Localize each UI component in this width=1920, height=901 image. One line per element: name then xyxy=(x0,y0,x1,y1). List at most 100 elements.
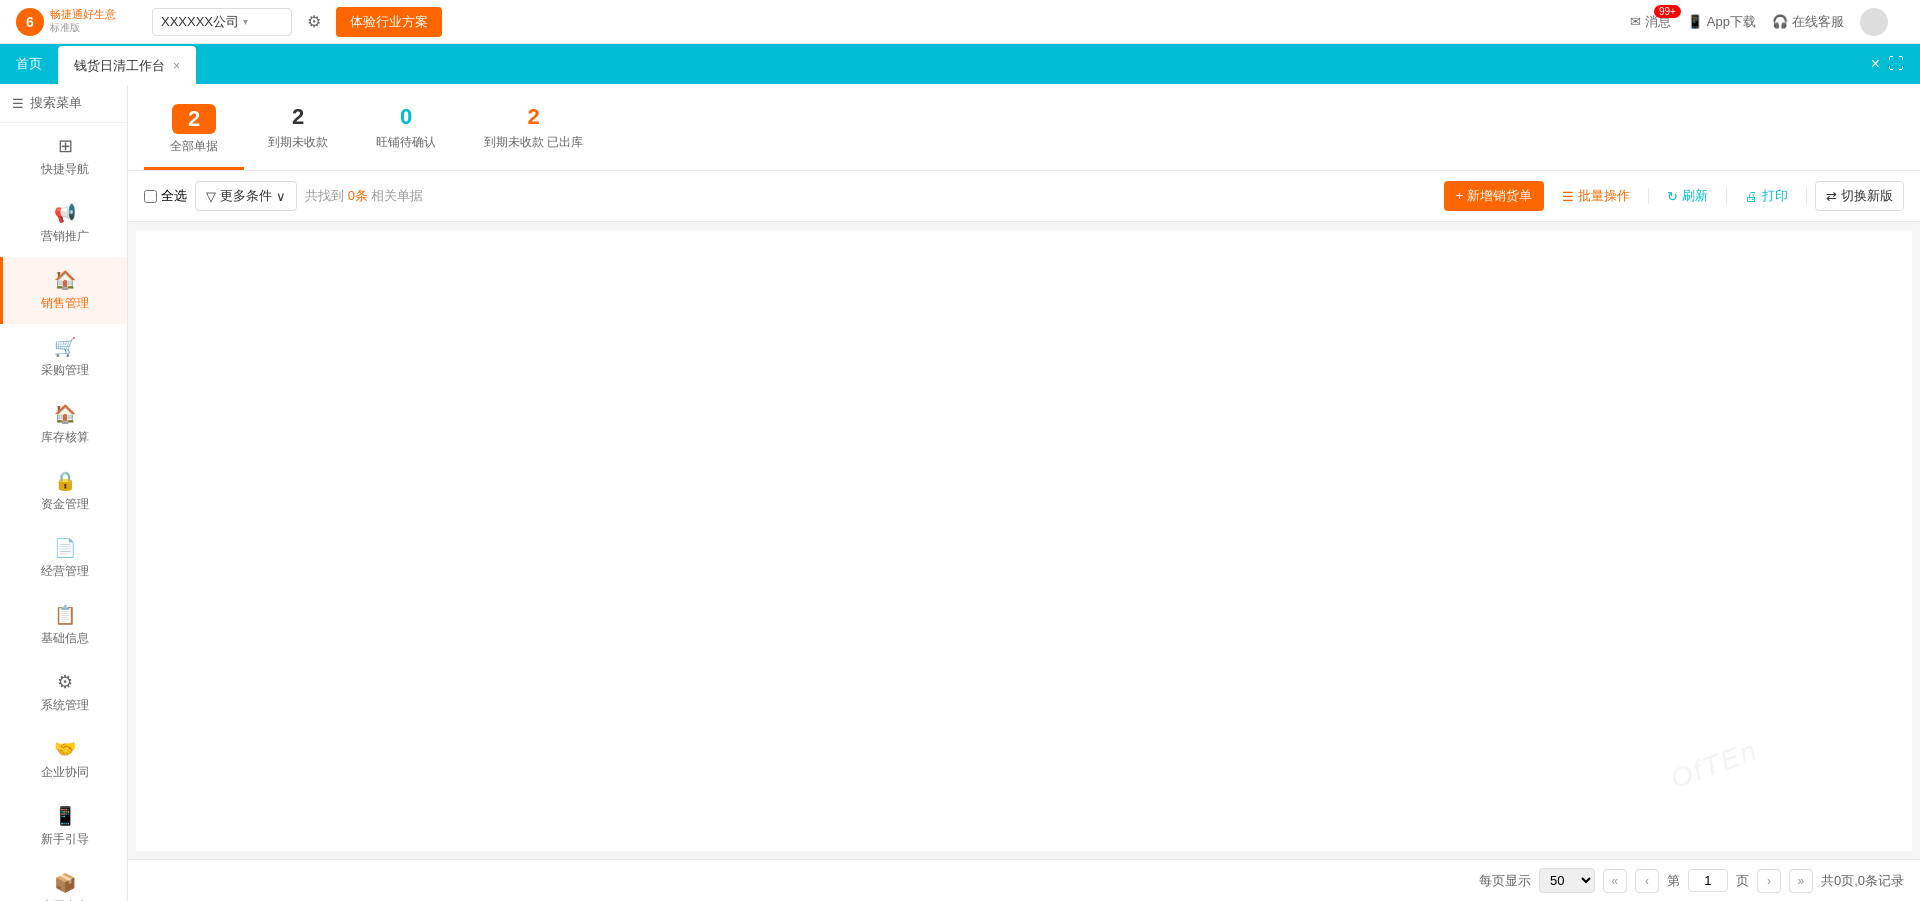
new-sale-button[interactable]: + 新增销货单 xyxy=(1444,181,1544,211)
filter-icon: ▽ xyxy=(206,189,216,204)
basic-info-icon: 📋 xyxy=(54,604,76,626)
toolbar-divider-2 xyxy=(1726,188,1727,204)
operations-icon: 📄 xyxy=(54,537,76,559)
app-label: App下载 xyxy=(1707,13,1756,31)
toolbar-divider-3 xyxy=(1806,188,1807,204)
message-button[interactable]: ✉ 消息 99+ xyxy=(1630,13,1671,31)
online-label: 在线客服 xyxy=(1792,13,1844,31)
stat-num-overdue: 2 xyxy=(292,104,304,130)
batch-button[interactable]: ☰ 批量操作 xyxy=(1552,182,1640,210)
switch-version-button[interactable]: ⇄ 切换新版 xyxy=(1815,181,1904,211)
tab-close-icon[interactable]: × xyxy=(173,59,180,73)
switch-label: 切换新版 xyxy=(1841,187,1893,205)
avatar[interactable] xyxy=(1860,8,1888,36)
page-size-label: 每页显示 xyxy=(1479,872,1531,890)
stat-tab-pending[interactable]: 0 旺铺待确认 xyxy=(352,96,460,170)
print-icon: 🖨 xyxy=(1745,189,1758,204)
search-icon: ☰ xyxy=(12,96,24,111)
stat-tab-all[interactable]: 2 全部单据 xyxy=(144,96,244,170)
trial-button[interactable]: 体验行业方案 xyxy=(336,7,442,37)
select-all-checkbox[interactable]: 全选 xyxy=(144,187,187,205)
sidebar-item-enterprise[interactable]: 🤝 企业协同 xyxy=(0,726,127,793)
refresh-button[interactable]: ↻ 刷新 xyxy=(1657,182,1718,210)
stat-label-all: 全部单据 xyxy=(170,138,218,155)
refresh-label: 刷新 xyxy=(1682,187,1708,205)
search-label: 搜索菜单 xyxy=(30,94,82,112)
page-input[interactable] xyxy=(1688,869,1728,892)
next-page-icon: › xyxy=(1767,874,1771,888)
newbie-icon: 📱 xyxy=(54,805,76,827)
stat-tab-overdue-shipped[interactable]: 2 到期未收款 已出库 xyxy=(460,96,607,170)
toolbar-right: + 新增销货单 ☰ 批量操作 ↻ 刷新 🖨 打印 ⇄ 切换 xyxy=(1444,181,1904,211)
message-badge: 99+ xyxy=(1654,5,1681,18)
inventory-icon: 🏠 xyxy=(54,403,76,425)
sidebar-search[interactable]: ☰ 搜索菜单 xyxy=(0,84,127,123)
logo-text-area: 畅捷通好生意 标准版 xyxy=(50,8,116,35)
tab-active-label: 钱货日清工作台 xyxy=(74,57,165,75)
result-text: 共找到 0条 相关单据 xyxy=(305,187,423,205)
tab-home[interactable]: 首页 xyxy=(0,44,58,84)
content-area: 2 全部单据 2 到期未收款 0 旺铺待确认 2 到期未收款 已出库 全选 xyxy=(128,84,1920,901)
quick-nav-icon: ⊞ xyxy=(58,135,73,157)
filter-button[interactable]: ▽ 更多条件 ∨ xyxy=(195,181,297,211)
stat-num-overdue-shipped: 2 xyxy=(528,104,540,130)
online-service-button[interactable]: 🎧 在线客服 xyxy=(1772,13,1844,31)
window-expand-icon[interactable]: ⛶ xyxy=(1888,55,1904,73)
prev-page-icon: ‹ xyxy=(1645,874,1649,888)
result-count: 0条 xyxy=(348,188,368,203)
sidebar-item-finance[interactable]: 🔒 资金管理 xyxy=(0,458,127,525)
app-icon: 📱 xyxy=(1687,14,1703,29)
headset-icon: 🎧 xyxy=(1772,14,1788,29)
next-page-button[interactable]: › xyxy=(1757,869,1781,893)
chevron-down-icon: ▾ xyxy=(243,16,248,27)
last-page-button[interactable]: » xyxy=(1789,869,1813,893)
sidebar-item-system[interactable]: ⚙ 系统管理 xyxy=(0,659,127,726)
table-area xyxy=(136,230,1912,851)
sidebar-label-basic-info: 基础信息 xyxy=(41,630,89,647)
sidebar-label-newbie: 新手引导 xyxy=(41,831,89,848)
logo-icon: 6 xyxy=(16,8,44,36)
sidebar-label-system: 系统管理 xyxy=(41,697,89,714)
select-all-input[interactable] xyxy=(144,190,157,203)
company-selector[interactable]: XXXXXX公司 ▾ xyxy=(152,8,292,36)
sidebar-item-basic-info[interactable]: 📋 基础信息 xyxy=(0,592,127,659)
first-page-icon: « xyxy=(1612,874,1619,888)
sidebar-item-operations[interactable]: 📄 经营管理 xyxy=(0,525,127,592)
total-label: 共0页,0条记录 xyxy=(1821,872,1904,890)
sidebar-label-sales: 销售管理 xyxy=(41,295,89,312)
sidebar-item-sales[interactable]: 🏠 销售管理 xyxy=(0,257,127,324)
window-close-icon[interactable]: × xyxy=(1871,55,1880,73)
page-size-select[interactable]: 50 10 20 100 xyxy=(1539,868,1595,893)
prev-page-button[interactable]: ‹ xyxy=(1635,869,1659,893)
tab-bar: 首页 钱货日清工作台 × × ⛶ xyxy=(0,44,1920,84)
switch-icon: ⇄ xyxy=(1826,189,1837,204)
toolbar-left: 全选 ▽ 更多条件 ∨ 共找到 0条 相关单据 xyxy=(144,181,423,211)
app-download-button[interactable]: 📱 App下载 xyxy=(1687,13,1756,31)
batch-label: 批量操作 xyxy=(1578,187,1630,205)
sidebar-item-newbie[interactable]: 📱 新手引导 xyxy=(0,793,127,860)
page-label: 页 xyxy=(1736,872,1749,890)
sidebar-item-purchase[interactable]: 🛒 采购管理 xyxy=(0,324,127,391)
sidebar-label-marketing: 营销推广 xyxy=(41,228,89,245)
sidebar-item-app-center[interactable]: 📦 应用中心 xyxy=(0,860,127,901)
finance-icon: 🔒 xyxy=(54,470,76,492)
tab-home-label: 首页 xyxy=(16,55,42,73)
tab-bar-actions: × ⛶ xyxy=(1871,55,1920,73)
sidebar-label-operations: 经营管理 xyxy=(41,563,89,580)
sidebar-item-inventory[interactable]: 🏠 库存核算 xyxy=(0,391,127,458)
tab-active[interactable]: 钱货日清工作台 × xyxy=(58,46,196,86)
filter-label: 更多条件 xyxy=(220,187,272,205)
settings-button[interactable]: ⚙ xyxy=(300,8,328,36)
stat-label-overdue: 到期未收款 xyxy=(268,134,328,151)
toolbar-divider-1 xyxy=(1648,188,1649,204)
first-page-button[interactable]: « xyxy=(1603,869,1627,893)
sidebar-item-quick-nav[interactable]: ⊞ 快捷导航 xyxy=(0,123,127,190)
print-button[interactable]: 🖨 打印 xyxy=(1735,182,1798,210)
sidebar-item-marketing[interactable]: 📢 营销推广 xyxy=(0,190,127,257)
stat-label-pending: 旺铺待确认 xyxy=(376,134,436,151)
stat-tab-overdue[interactable]: 2 到期未收款 xyxy=(244,96,352,170)
stats-tabs: 2 全部单据 2 到期未收款 0 旺铺待确认 2 到期未收款 已出库 xyxy=(128,84,1920,171)
stat-num-pending: 0 xyxy=(400,104,412,130)
main-layout: ☰ 搜索菜单 ⊞ 快捷导航 📢 营销推广 🏠 销售管理 🛒 采购管理 🏠 库存核… xyxy=(0,84,1920,901)
result-prefix: 共找到 xyxy=(305,188,344,203)
